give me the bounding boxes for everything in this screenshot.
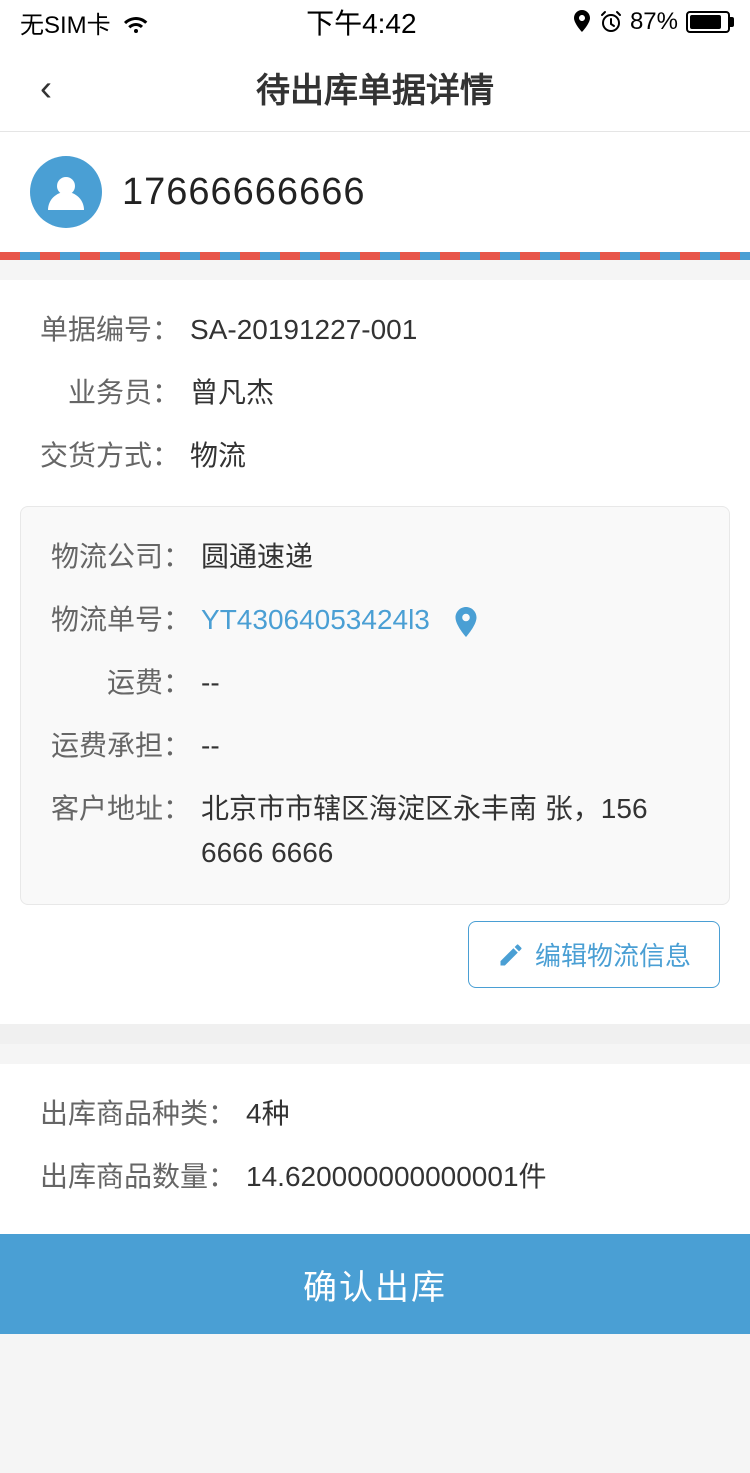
user-phone: 17666666666 bbox=[122, 171, 365, 214]
delivery-method-row: 交货方式： 物流 bbox=[40, 434, 710, 479]
freight-bear-label: 运费承担： bbox=[51, 724, 191, 769]
tracking-no-row: 物流单号： YT43064053424l3 bbox=[51, 598, 699, 643]
alarm-icon bbox=[600, 10, 622, 34]
freight-label: 运费： bbox=[51, 661, 191, 706]
battery-percent: 87% bbox=[630, 8, 678, 36]
back-button[interactable]: ‹ bbox=[30, 57, 62, 119]
carrier-text: 无SIM卡 bbox=[20, 5, 111, 40]
freight-bear-row: 运费承担： -- bbox=[51, 724, 699, 769]
status-bar: 无SIM卡 下午4:42 87% bbox=[0, 0, 750, 44]
edit-logistics-btn-row: 编辑物流信息 bbox=[0, 905, 750, 1008]
tracking-no-label: 物流单号： bbox=[51, 598, 191, 643]
freight-row: 运费： -- bbox=[51, 661, 699, 706]
logistics-company-value: 圆通速递 bbox=[191, 535, 699, 580]
address-value: 北京市市辖区海淀区永丰南 张，156 6666 6666 bbox=[191, 787, 699, 877]
salesperson-row: 业务员： 曾凡杰 bbox=[40, 371, 710, 416]
product-qty-value: 14.620000000000001件 bbox=[236, 1155, 710, 1200]
page-title: 待出库单据详情 bbox=[256, 63, 494, 112]
address-label: 客户地址： bbox=[51, 787, 191, 832]
salesperson-label: 业务员： bbox=[40, 371, 180, 416]
basic-info-section: 单据编号： SA-20191227-001 业务员： 曾凡杰 交货方式： 物流 bbox=[0, 280, 750, 506]
battery-icon bbox=[686, 11, 730, 33]
order-no-row: 单据编号： SA-20191227-001 bbox=[40, 308, 710, 353]
freight-bear-value: -- bbox=[191, 724, 699, 769]
product-qty-row: 出库商品数量： 14.620000000000001件 bbox=[40, 1155, 710, 1200]
bottom-spacer bbox=[0, 1333, 750, 1473]
status-left: 无SIM卡 bbox=[20, 5, 151, 40]
user-header: 17666666666 bbox=[0, 132, 750, 252]
section-divider-1 bbox=[0, 1024, 750, 1044]
logistics-company-label: 物流公司： bbox=[51, 535, 191, 580]
tracking-no-value: YT43064053424l3 bbox=[191, 598, 699, 643]
avatar bbox=[30, 156, 102, 228]
product-qty-label: 出库商品数量： bbox=[40, 1155, 236, 1200]
edit-icon bbox=[497, 941, 525, 969]
product-types-value: 4种 bbox=[236, 1092, 710, 1137]
address-row: 客户地址： 北京市市辖区海淀区永丰南 张，156 6666 6666 bbox=[51, 787, 699, 877]
delivery-method-value: 物流 bbox=[180, 434, 710, 479]
location-status-icon bbox=[572, 10, 592, 34]
user-icon bbox=[44, 170, 88, 214]
salesperson-value: 曾凡杰 bbox=[180, 371, 710, 416]
product-types-label: 出库商品种类： bbox=[40, 1092, 236, 1137]
tracking-location-icon[interactable] bbox=[448, 604, 484, 640]
delivery-method-label: 交货方式： bbox=[40, 434, 180, 479]
freight-value: -- bbox=[191, 661, 699, 706]
nav-bar: ‹ 待出库单据详情 bbox=[0, 44, 750, 132]
edit-logistics-button[interactable]: 编辑物流信息 bbox=[468, 921, 720, 988]
dashed-separator bbox=[0, 252, 750, 260]
order-no-label: 单据编号： bbox=[40, 308, 180, 353]
confirm-button[interactable]: 确认出库 bbox=[0, 1234, 750, 1334]
logistics-company-row: 物流公司： 圆通速递 bbox=[51, 535, 699, 580]
status-right: 87% bbox=[572, 8, 730, 36]
logistics-card: 物流公司： 圆通速递 物流单号： YT43064053424l3 运费： -- … bbox=[20, 506, 730, 905]
status-time: 下午4:42 bbox=[306, 2, 417, 42]
wifi-icon bbox=[121, 11, 151, 33]
order-no-value: SA-20191227-001 bbox=[180, 308, 710, 353]
product-types-row: 出库商品种类： 4种 bbox=[40, 1092, 710, 1137]
